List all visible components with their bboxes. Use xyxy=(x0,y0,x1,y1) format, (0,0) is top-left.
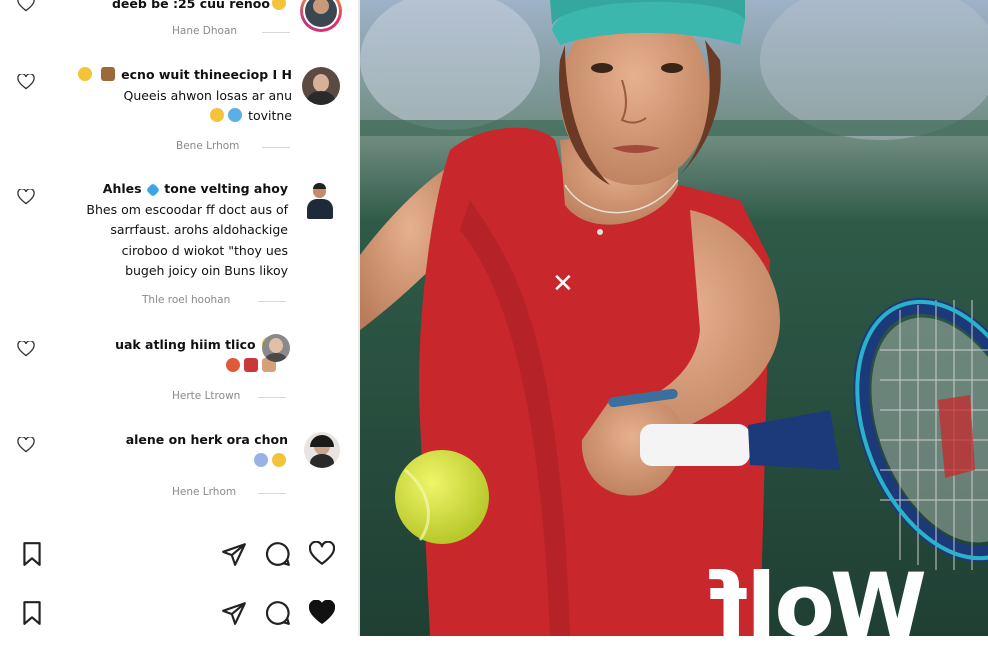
comment-line: uak atling hiim tlico xyxy=(115,337,256,352)
tennis-player-illustration: ✕ xyxy=(360,0,988,636)
post-action-bar xyxy=(0,597,358,631)
emoji-icon xyxy=(244,357,258,372)
comment-icon[interactable] xyxy=(265,600,291,626)
post-action-bar xyxy=(0,537,358,571)
like-comment-heart-icon[interactable] xyxy=(17,0,35,12)
like-comment-heart-icon[interactable] xyxy=(17,341,35,357)
brand-logo: ✕ xyxy=(552,269,574,299)
avatar[interactable] xyxy=(304,432,340,468)
bookmark-icon[interactable] xyxy=(19,541,45,567)
send-icon[interactable] xyxy=(221,600,247,626)
comment-text: Ahles tone velting ahoy Bhes om escoodar… xyxy=(86,179,288,282)
comment-line: bugeh joicy oin Buns likoy xyxy=(125,263,288,278)
comment-line: sarrfaust. arohs aldohackige xyxy=(110,222,288,237)
bookmark-icon[interactable] xyxy=(19,600,45,626)
like-comment-heart-icon[interactable] xyxy=(17,189,35,205)
heart-filled-icon[interactable] xyxy=(309,600,335,626)
comment-meta: Herte Ltrown xyxy=(172,390,241,402)
emoji-icon xyxy=(272,452,286,467)
comment-text: ecno wuit thineeciop I H Queeis ahwon lo… xyxy=(76,65,292,127)
comment-line: alene on herk ora chon xyxy=(125,432,288,447)
watermark-text: Wolf xyxy=(712,554,927,657)
racket-grip xyxy=(640,424,750,466)
emoji-icon xyxy=(272,0,286,10)
divider xyxy=(258,397,286,398)
divider xyxy=(258,493,286,494)
comment-line: Ahles xyxy=(102,181,142,196)
comment-line: tovitne xyxy=(248,108,292,123)
comment-line: deeb be :25 cuu renoo​ xyxy=(111,0,270,11)
comment-meta: Thle roel hoohan xyxy=(142,294,231,306)
emoji-icon xyxy=(254,452,268,467)
emoji-icon xyxy=(226,357,240,372)
heart-icon[interactable] xyxy=(309,541,335,567)
divider xyxy=(258,301,286,302)
comment-line: ecno wuit thineeciop I H xyxy=(121,67,292,82)
comment-meta: Bene Lrhom xyxy=(176,140,240,152)
like-comment-heart-icon[interactable] xyxy=(17,74,35,90)
comment-line: Queeis ahwon losas ar anu xyxy=(123,87,292,103)
comment-meta: Hane Dhoan xyxy=(172,25,238,37)
emoji-icon xyxy=(100,67,115,81)
avatar[interactable] xyxy=(300,0,342,32)
post-photo[interactable]: ✕ xyxy=(360,0,988,636)
avatar[interactable] xyxy=(302,67,340,105)
like-comment-heart-icon[interactable] xyxy=(17,437,35,453)
gem-emoji-icon xyxy=(145,182,160,198)
comment-text: deeb be :25 cuu renoo​ xyxy=(112,0,288,15)
avatar[interactable] xyxy=(305,182,335,220)
comment-meta: Hene Lrhom xyxy=(172,486,237,498)
comment-text: uak atling hiim tlico xyxy=(115,335,278,376)
emoji-icon xyxy=(209,108,224,122)
tennis-ball xyxy=(395,450,489,544)
comment-line: Bhes om escoodar ff doct aus of xyxy=(86,201,288,217)
send-icon[interactable] xyxy=(221,541,247,567)
emoji-icon xyxy=(78,67,93,81)
avatar[interactable] xyxy=(262,334,290,362)
comments-panel: deeb be :25 cuu renoo​ Hane Dhoan ecno w… xyxy=(0,0,358,636)
divider xyxy=(262,32,290,33)
comment-line: tone velting ahoy xyxy=(164,181,288,196)
emoji-icon xyxy=(227,108,242,122)
comment-icon[interactable] xyxy=(265,541,291,567)
comment-text: alene on herk ora chon xyxy=(126,430,288,471)
divider xyxy=(262,147,290,148)
comment-line: ciroboo d wiokot "thoy ues xyxy=(121,242,288,258)
